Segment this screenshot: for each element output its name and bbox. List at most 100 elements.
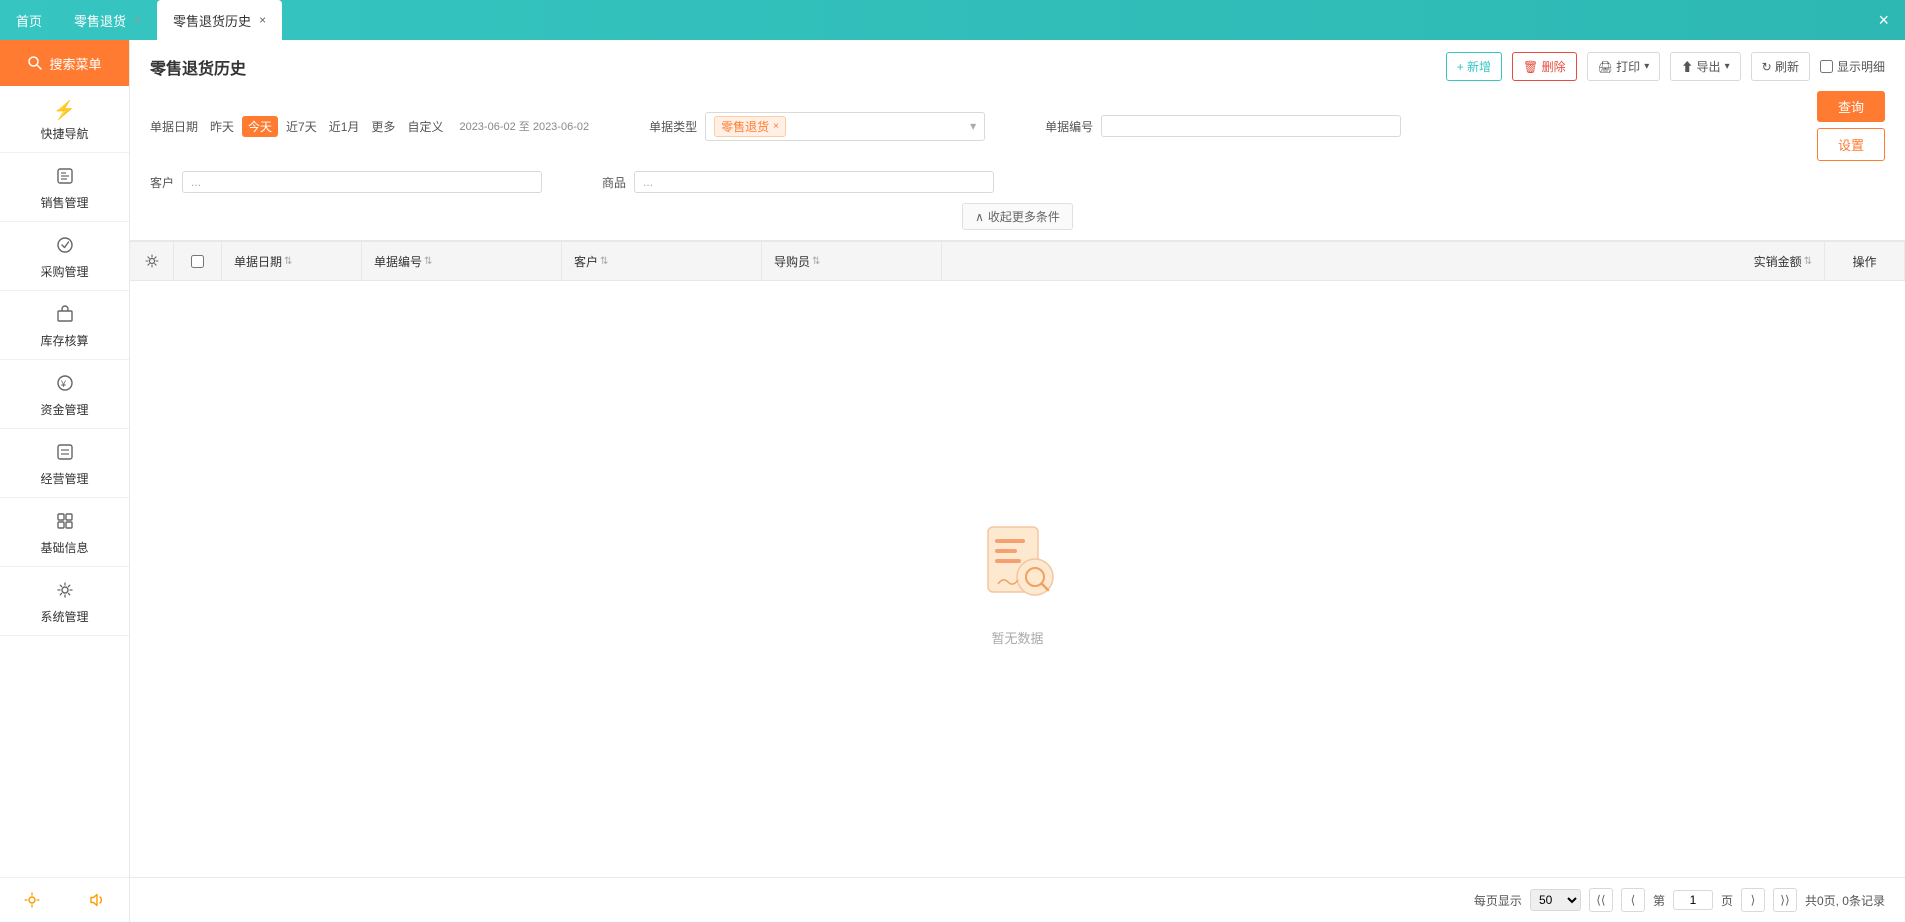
date-range-value: 2023-06-02 至 2023-06-02 bbox=[459, 118, 589, 134]
customer-select[interactable]: ... bbox=[182, 171, 542, 193]
sort-icon-no: ⇅ bbox=[424, 256, 432, 267]
th-customer[interactable]: 客户 ⇅ bbox=[562, 242, 762, 280]
collapse-row: ∧ 收起更多条件 bbox=[150, 203, 1885, 230]
sidebar-item-inventory[interactable]: 库存核算 bbox=[0, 291, 129, 360]
sidebar-item-finance[interactable]: ¥ 资金管理 bbox=[0, 360, 129, 429]
th-no[interactable]: 单据编号 ⇅ bbox=[362, 242, 562, 280]
date-opt-7days[interactable]: 近7天 bbox=[282, 116, 321, 137]
tab-home[interactable]: 首页 bbox=[0, 0, 58, 40]
empty-state: 暂无数据 bbox=[130, 281, 1905, 877]
collapse-filter-button[interactable]: ∧ 收起更多条件 bbox=[962, 203, 1073, 230]
page-header: 零售退货历史 + 新增 🗑 删除 🖨 打印 ▾ ⬆ 导出 ▾ ↻ 刷新 bbox=[130, 40, 1905, 241]
page-actions: + 新增 🗑 删除 🖨 打印 ▾ ⬆ 导出 ▾ ↻ 刷新 显示明细 bbox=[1446, 52, 1885, 81]
empty-text: 暂无数据 bbox=[991, 628, 1043, 647]
svg-text:¥: ¥ bbox=[60, 379, 67, 389]
sidebar-search[interactable]: 搜索菜单 bbox=[0, 40, 129, 86]
delete-button[interactable]: 🗑 删除 bbox=[1512, 52, 1577, 81]
search-icon bbox=[27, 55, 43, 71]
sort-icon-guide: ⇅ bbox=[812, 256, 820, 267]
page-title: 零售退货历史 bbox=[150, 55, 246, 79]
new-button[interactable]: + 新增 bbox=[1446, 52, 1502, 81]
date-opt-more[interactable]: 更多 bbox=[367, 116, 399, 137]
date-opt-custom[interactable]: 自定义 bbox=[403, 116, 447, 137]
chevron-down-icon: ▾ bbox=[1644, 61, 1649, 72]
date-opt-yesterday[interactable]: 昨天 bbox=[206, 116, 238, 137]
filter-date: 单据日期 昨天 今天 近7天 近1月 更多 自定义 2023-06-02 至 2… bbox=[150, 116, 589, 137]
sort-icon-date: ⇅ bbox=[284, 256, 292, 267]
query-button[interactable]: 查询 bbox=[1817, 91, 1885, 122]
window-close-button[interactable]: × bbox=[1878, 10, 1905, 31]
chevron-down-icon: ▾ bbox=[970, 119, 976, 133]
empty-icon bbox=[968, 512, 1068, 612]
main-layout: 搜索菜单 ⚡ 快捷导航 销售管理 采购管理 库存核算 ¥ bbox=[0, 40, 1905, 922]
bill-type-tag-close[interactable]: × bbox=[773, 121, 779, 132]
sidebar-item-system[interactable]: 系统管理 bbox=[0, 567, 129, 636]
page-size-select[interactable]: 50 20 100 200 bbox=[1530, 889, 1581, 911]
volume-bottom-btn[interactable] bbox=[65, 878, 130, 922]
th-date[interactable]: 单据日期 ⇅ bbox=[222, 242, 362, 280]
finance-icon: ¥ bbox=[56, 374, 74, 397]
goods-select[interactable]: ... bbox=[634, 171, 994, 193]
th-checkbox[interactable] bbox=[174, 242, 222, 280]
purchase-icon bbox=[56, 236, 74, 259]
export-button[interactable]: ⬆ 导出 ▾ bbox=[1670, 52, 1740, 81]
content-area: 零售退货历史 + 新增 🗑 删除 🖨 打印 ▾ ⬆ 导出 ▾ ↻ 刷新 bbox=[130, 40, 1905, 922]
filter-goods: 商品 ... bbox=[602, 171, 994, 193]
print-button[interactable]: 🖨 打印 ▾ bbox=[1587, 52, 1661, 81]
total-records: 共0页, 0条记录 bbox=[1805, 892, 1885, 909]
sales-icon bbox=[56, 167, 74, 190]
filter-area: 单据日期 昨天 今天 近7天 近1月 更多 自定义 2023-06-02 至 2… bbox=[150, 91, 1885, 240]
page-number-input[interactable] bbox=[1673, 890, 1713, 910]
refresh-button[interactable]: ↻ 刷新 bbox=[1751, 52, 1810, 81]
sidebar-item-quick-nav[interactable]: ⚡ 快捷导航 bbox=[0, 86, 129, 153]
sidebar-item-basic-info[interactable]: 基础信息 bbox=[0, 498, 129, 567]
select-all-checkbox[interactable] bbox=[191, 255, 204, 268]
th-settings[interactable] bbox=[130, 242, 174, 280]
page-title-row: 零售退货历史 + 新增 🗑 删除 🖨 打印 ▾ ⬆ 导出 ▾ ↻ 刷新 bbox=[150, 52, 1885, 81]
tab-retail-return[interactable]: 零售退货 × bbox=[58, 0, 157, 40]
set-button[interactable]: 设置 bbox=[1817, 128, 1885, 161]
tab-list: 首页 零售退货 × 零售退货历史 × bbox=[0, 0, 282, 40]
table-section: 单据日期 ⇅ 单据编号 ⇅ 客户 ⇅ 导购员 ⇅ 实销金额 ⇅ bbox=[130, 241, 1905, 922]
close-tab-retail-return[interactable]: × bbox=[134, 13, 141, 27]
filter-customer: 客户 ... bbox=[150, 171, 542, 193]
operations-icon bbox=[56, 443, 74, 466]
basic-info-icon bbox=[56, 512, 74, 535]
show-detail-checkbox-input[interactable] bbox=[1820, 60, 1833, 73]
th-op: 操作 bbox=[1825, 242, 1905, 280]
chevron-up-icon: ∧ bbox=[975, 210, 984, 224]
close-tab-retail-return-history[interactable]: × bbox=[259, 13, 266, 27]
sidebar: 搜索菜单 ⚡ 快捷导航 销售管理 采购管理 库存核算 ¥ bbox=[0, 40, 130, 922]
sidebar-item-sales[interactable]: 销售管理 bbox=[0, 153, 129, 222]
sidebar-item-purchase[interactable]: 采购管理 bbox=[0, 222, 129, 291]
tab-retail-return-history[interactable]: 零售退货历史 × bbox=[157, 0, 282, 40]
prev-page-btn[interactable]: ⟨ bbox=[1621, 888, 1645, 912]
show-detail-toggle[interactable]: 显示明细 bbox=[1820, 58, 1885, 75]
th-guide[interactable]: 导购员 ⇅ bbox=[762, 242, 942, 280]
sort-icon-amount: ⇅ bbox=[1804, 256, 1812, 267]
filter-row-1: 单据日期 昨天 今天 近7天 近1月 更多 自定义 2023-06-02 至 2… bbox=[150, 91, 1885, 161]
date-options: 昨天 今天 近7天 近1月 更多 自定义 bbox=[206, 116, 447, 137]
bill-no-input[interactable] bbox=[1101, 115, 1401, 137]
filter-row-2: 客户 ... 商品 ... bbox=[150, 171, 1885, 193]
next-page-btn[interactable]: ⟩ bbox=[1741, 888, 1765, 912]
query-set-buttons: 查询 设置 bbox=[1817, 91, 1885, 161]
filter-bill-type: 单据类型 零售退货 × ▾ bbox=[649, 112, 985, 141]
sort-icon-customer: ⇅ bbox=[600, 256, 608, 267]
filter-bill-no: 单据编号 bbox=[1045, 115, 1401, 137]
bill-type-select[interactable]: 零售退货 × ▾ bbox=[705, 112, 985, 141]
table-header: 单据日期 ⇅ 单据编号 ⇅ 客户 ⇅ 导购员 ⇅ 实销金额 ⇅ bbox=[130, 241, 1905, 281]
last-page-btn[interactable]: ⟩⟩ bbox=[1773, 888, 1797, 912]
bill-type-tag: 零售退货 × bbox=[714, 116, 786, 137]
th-amount[interactable]: 实销金额 ⇅ bbox=[942, 242, 1825, 280]
first-page-btn[interactable]: ⟨⟨ bbox=[1589, 888, 1613, 912]
sidebar-item-operations[interactable]: 经营管理 bbox=[0, 429, 129, 498]
quick-nav-icon: ⚡ bbox=[53, 100, 75, 121]
sidebar-bottom bbox=[0, 877, 129, 922]
chevron-down-icon: ▾ bbox=[1725, 61, 1730, 72]
pagination-bar: 每页显示 50 20 100 200 ⟨⟨ ⟨ 第 页 ⟩ ⟩⟩ 共0页, 0条… bbox=[130, 877, 1905, 922]
bill-type-tags: 零售退货 × bbox=[714, 116, 786, 137]
date-opt-1month[interactable]: 近1月 bbox=[325, 116, 364, 137]
settings-bottom-btn[interactable] bbox=[0, 878, 65, 922]
date-opt-today[interactable]: 今天 bbox=[242, 116, 278, 137]
